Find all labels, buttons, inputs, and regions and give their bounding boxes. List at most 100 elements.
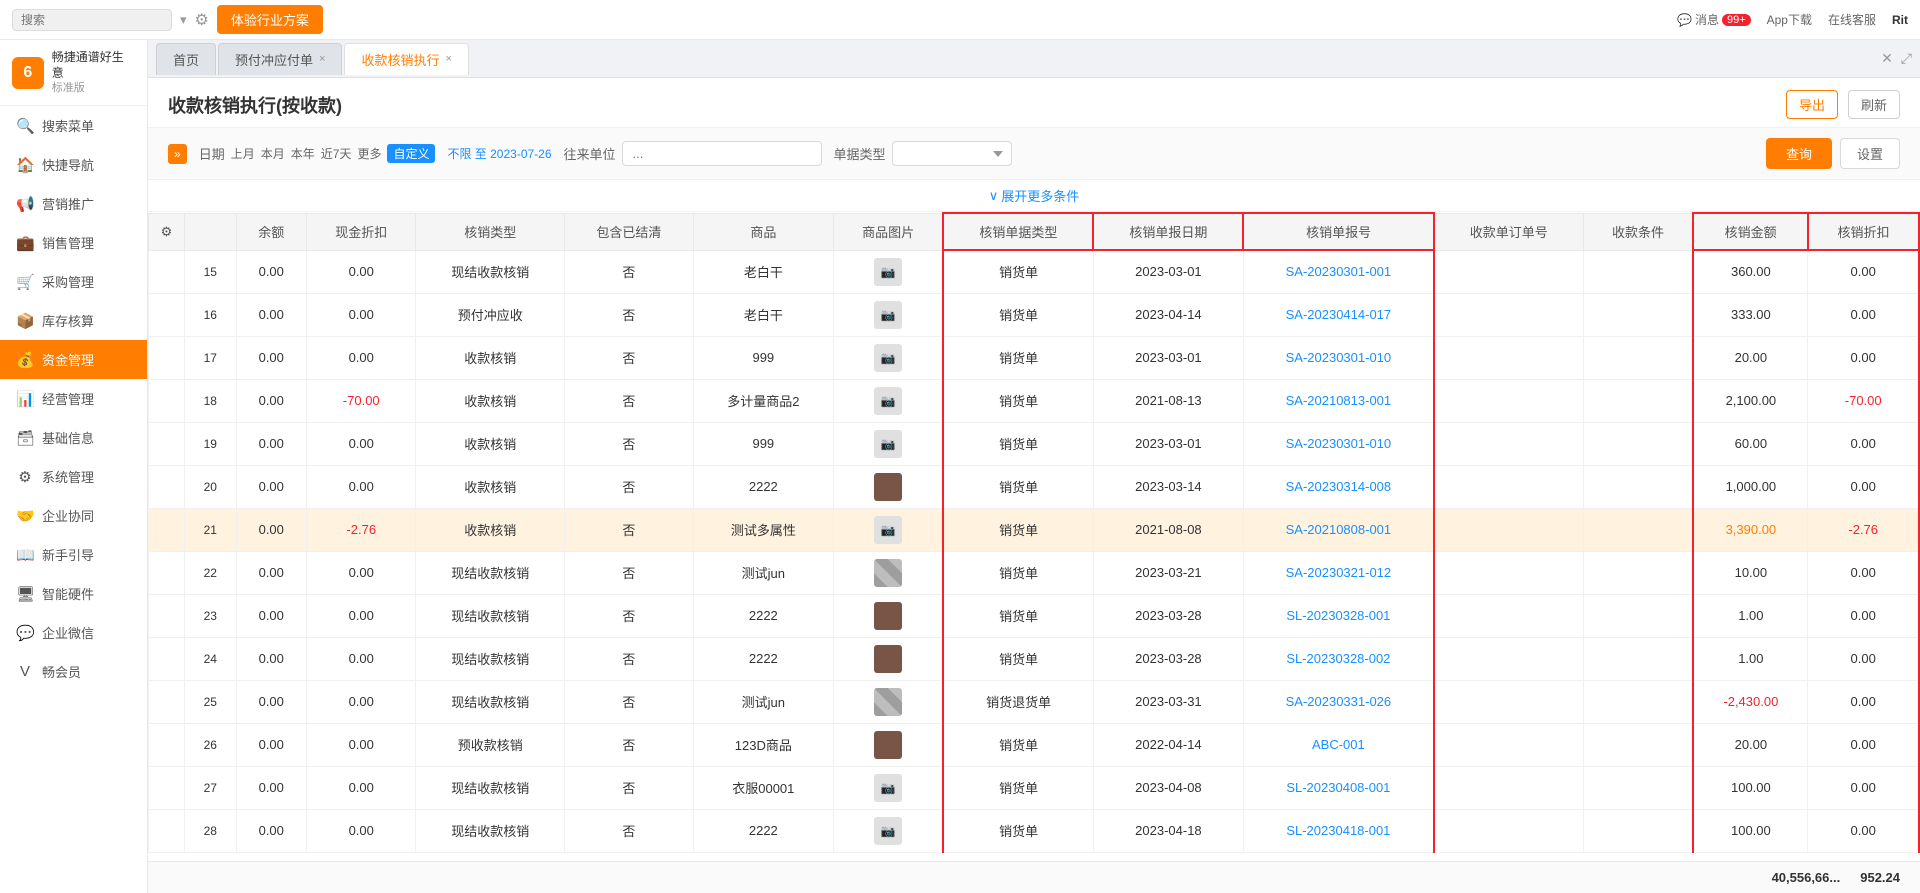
row-writeoff-amount: 1,000.00 (1693, 465, 1808, 508)
table-row: 16 0.00 0.00 预付冲应收 否 老白干 📷 销货单 2023-04-1… (149, 293, 1920, 336)
settings-col-header[interactable]: ⚙ (149, 213, 185, 250)
date-link-this-year[interactable]: 本年 (291, 145, 315, 162)
export-button[interactable]: 导出 (1786, 90, 1838, 119)
sidebar-item-basic[interactable]: 🗃基础信息 (0, 418, 147, 457)
date-label: 日期 (199, 144, 225, 163)
date-link-custom[interactable]: 自定义 (387, 144, 435, 163)
row-settings[interactable] (149, 809, 185, 852)
date-link-7days[interactable]: 近7天 (321, 145, 352, 162)
hardware-icon: 🖥 (16, 585, 34, 603)
sidebar-item-enterprise[interactable]: 🤝企业协同 (0, 496, 147, 535)
refresh-button[interactable]: 刷新 (1848, 90, 1900, 119)
row-writeoff-amount: 1.00 (1693, 594, 1808, 637)
row-settings[interactable] (149, 766, 185, 809)
row-settings[interactable] (149, 250, 185, 293)
row-goods: 老白干 (693, 293, 833, 336)
guide-icon: 📖 (16, 546, 34, 564)
sidebar-item-sales[interactable]: 💼销售管理 (0, 223, 147, 262)
tab-expand-icon[interactable]: ⤢ (1901, 50, 1912, 67)
message-area[interactable]: 💬 消息 99+ (1677, 11, 1751, 28)
sidebar-item-marketing[interactable]: 📢营销推广 (0, 184, 147, 223)
date-link-last-month[interactable]: 上月 (231, 145, 255, 162)
row-include-settled: 否 (564, 551, 693, 594)
user-name[interactable]: Rit (1892, 13, 1908, 27)
search-input[interactable] (12, 9, 172, 31)
row-receipt-order-no (1434, 336, 1583, 379)
row-receipt-terms (1583, 336, 1693, 379)
table-row: 22 0.00 0.00 现结收款核销 否 测试jun 销货单 2023-03-… (149, 551, 1920, 594)
expand-conditions-btn[interactable]: ∨ 展开更多条件 (989, 186, 1080, 205)
row-seq: 24 (185, 637, 237, 680)
app-download[interactable]: App下载 (1767, 11, 1812, 28)
row-settings[interactable] (149, 379, 185, 422)
table-row: 27 0.00 0.00 现结收款核销 否 衣服00001 📷 销货单 2023… (149, 766, 1920, 809)
date-link-this-month[interactable]: 本月 (261, 145, 285, 162)
doc-type-select[interactable] (892, 141, 1012, 166)
row-receipt-terms (1583, 250, 1693, 293)
row-writeoff-doc-type: 销货单 (943, 465, 1093, 508)
industry-btn[interactable]: 体验行业方案 (217, 5, 323, 34)
from-unit-input[interactable] (622, 141, 822, 166)
row-goods-image (833, 723, 943, 766)
sidebar-item-purchase[interactable]: 🛒采购管理 (0, 262, 147, 301)
page-header: 收款核销执行(按收款) 导出 刷新 (148, 78, 1920, 128)
sidebar-item-guide[interactable]: 📖新手引导 (0, 535, 147, 574)
tab-prepay[interactable]: 预付冲应付单 × (218, 43, 342, 75)
row-writeoff-doc-type: 销货单 (943, 551, 1093, 594)
tab-receipt-close[interactable]: × (445, 53, 451, 65)
sidebar-item-wechat[interactable]: 💬企业微信 (0, 613, 147, 652)
sidebar-item-operations[interactable]: 📊经营管理 (0, 379, 147, 418)
tab-home[interactable]: 首页 (156, 43, 216, 75)
row-receipt-terms (1583, 766, 1693, 809)
row-settings[interactable] (149, 422, 185, 465)
row-writeoff-doc-no: SA-20210813-001 (1243, 379, 1433, 422)
sidebar-item-quicknav[interactable]: 🏠快捷导航 (0, 145, 147, 184)
row-writeoff-doc-no: SA-20230314-008 (1243, 465, 1433, 508)
tab-bar-actions: ✕ ⤢ (1881, 50, 1912, 67)
filter-expand-arrow[interactable]: » (168, 144, 187, 164)
row-writeoff-doc-type: 销货单 (943, 379, 1093, 422)
row-writeoff-doc-date: 2022-04-14 (1093, 723, 1243, 766)
row-writeoff-discount: 0.00 (1808, 250, 1919, 293)
sidebar-item-system[interactable]: ⚙系统管理 (0, 457, 147, 496)
sidebar-item-search[interactable]: 🔍搜索菜单 (0, 106, 147, 145)
row-settings[interactable] (149, 465, 185, 508)
sidebar-item-inventory[interactable]: 📦库存核算 (0, 301, 147, 340)
row-writeoff-doc-no: SL-20230328-001 (1243, 594, 1433, 637)
row-settings[interactable] (149, 637, 185, 680)
row-settings[interactable] (149, 293, 185, 336)
tab-receipt[interactable]: 收款核销执行 × (344, 43, 468, 75)
th-writeoff-amount: 核销金额 (1693, 213, 1808, 250)
row-seq: 27 (185, 766, 237, 809)
row-goods-image: 📷 (833, 379, 943, 422)
tab-close-all-icon[interactable]: ✕ (1881, 50, 1893, 67)
row-goods: 2222 (693, 809, 833, 852)
row-writeoff-type: 现结收款核销 (416, 680, 564, 723)
row-balance: 0.00 (236, 379, 306, 422)
row-settings[interactable] (149, 551, 185, 594)
row-settings[interactable] (149, 723, 185, 766)
row-receipt-terms (1583, 379, 1693, 422)
query-button[interactable]: 查询 (1766, 138, 1832, 169)
sidebar-item-hardware[interactable]: 🖥智能硬件 (0, 574, 147, 613)
sidebar-item-funds[interactable]: 💰资金管理 (0, 340, 147, 379)
row-writeoff-doc-date: 2023-04-18 (1093, 809, 1243, 852)
row-settings[interactable] (149, 680, 185, 723)
sidebar-item-member[interactable]: V畅会员 (0, 652, 147, 691)
page-content: 收款核销执行(按收款) 导出 刷新 » 日期 上月 本月 本年 近7天 更多 自… (148, 78, 1920, 893)
table-container[interactable]: ⚙ 余额 现金折扣 核销类型 包含已结清 商品 商品图片 核销单据类型 核销单报… (148, 212, 1920, 861)
row-settings[interactable] (149, 508, 185, 551)
online-service[interactable]: 在线客服 (1828, 11, 1876, 28)
row-writeoff-discount: 0.00 (1808, 766, 1919, 809)
dropdown-icon[interactable]: ▾ (180, 12, 187, 28)
settings-icon[interactable]: ⚙ (195, 10, 209, 30)
row-settings[interactable] (149, 594, 185, 637)
tab-prepay-close[interactable]: × (319, 53, 325, 65)
setting-button[interactable]: 设置 (1840, 138, 1900, 169)
date-link-more[interactable]: 更多 (357, 145, 381, 162)
row-receipt-terms (1583, 680, 1693, 723)
th-writeoff-doc-date: 核销单报日期 (1093, 213, 1243, 250)
row-settings[interactable] (149, 336, 185, 379)
th-writeoff-doc-type: 核销单据类型 (943, 213, 1093, 250)
row-balance: 0.00 (236, 637, 306, 680)
